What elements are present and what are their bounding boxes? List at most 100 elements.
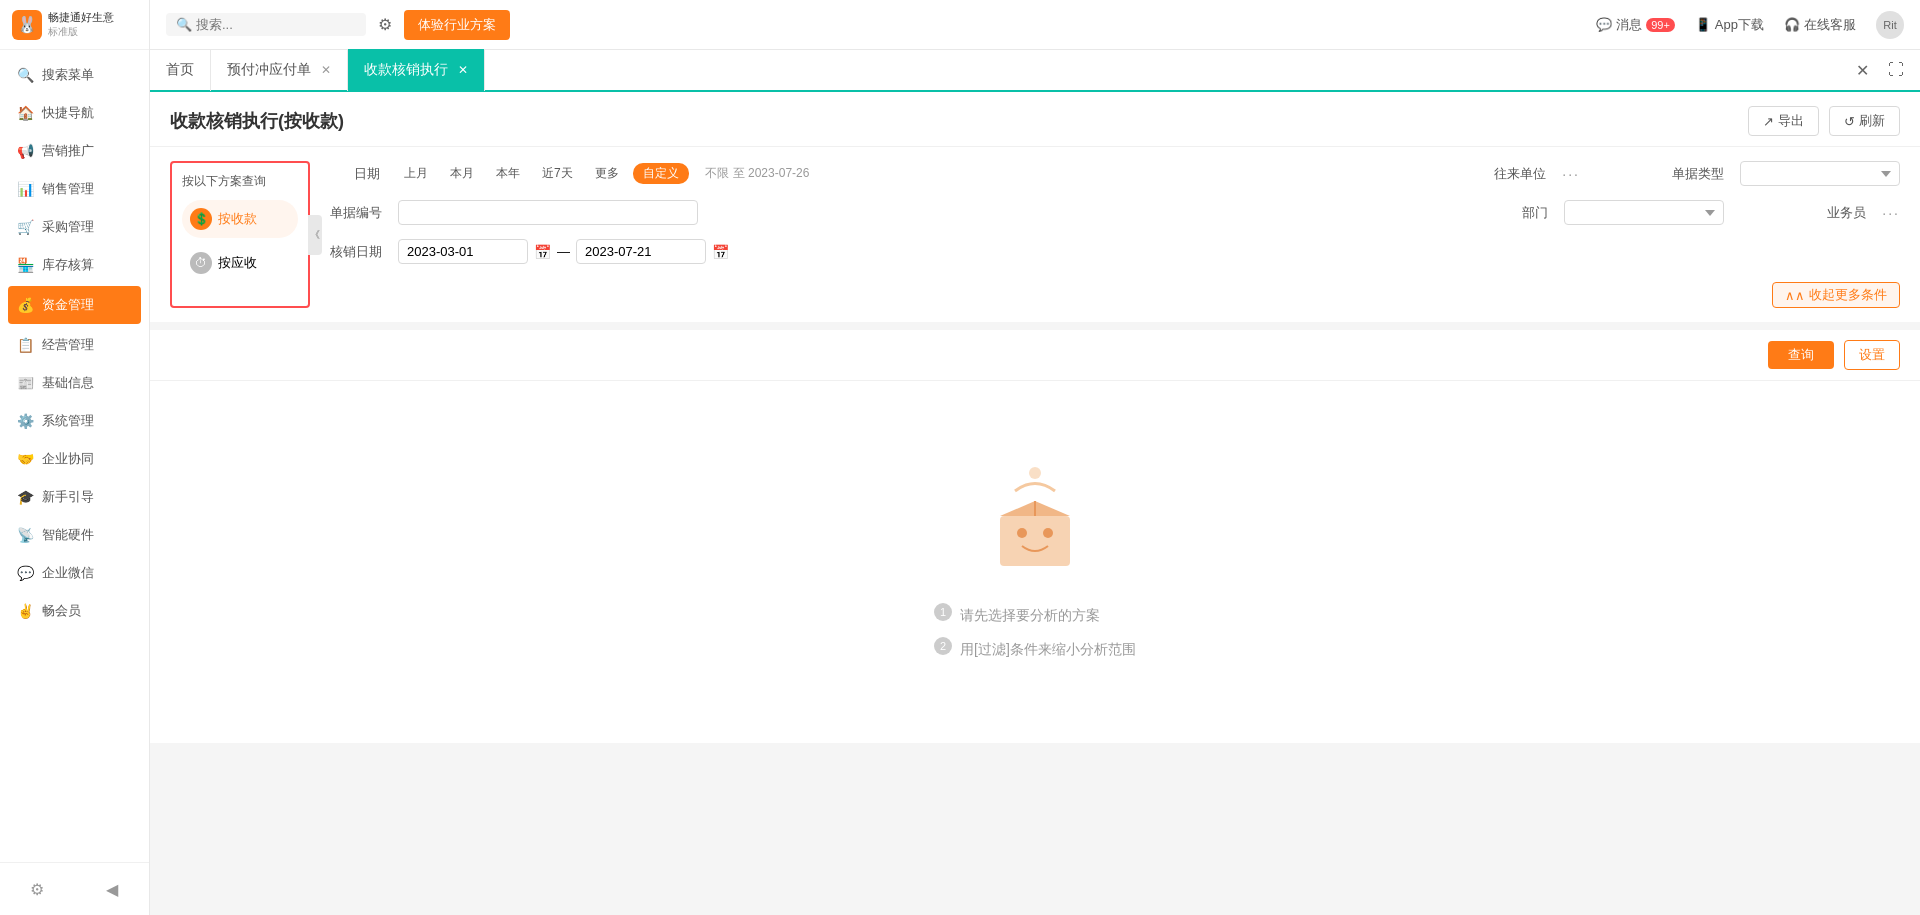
empty-svg (975, 461, 1095, 581)
logo-text-group: 畅捷通好生意 标准版 (48, 10, 114, 38)
page-title: 收款核销执行(按收款) (170, 109, 344, 133)
topbar: 🔍 ⚙ 体验行业方案 💬 消息 99+ 📱 App下载 🎧 在线客服 Rit (150, 0, 1920, 50)
topbar-search-input[interactable] (196, 17, 336, 32)
date-prev-month-btn[interactable]: 上月 (396, 162, 436, 185)
tip-num-2: 2 (934, 637, 952, 655)
sidebar-label-inventory: 库存核算 (42, 256, 94, 274)
sidebar-item-member[interactable]: ✌️ 畅会员 (0, 592, 149, 630)
department-select[interactable] (1564, 200, 1724, 225)
query-by-collection[interactable]: 💲 按收款 (182, 200, 298, 238)
sidebar-label-search: 搜索菜单 (42, 66, 94, 84)
counterparty-ellipsis[interactable]: ··· (1562, 166, 1580, 182)
sidebar: 🐰 畅捷通好生意 标准版 🔍 搜索菜单 🏠 快捷导航 📢 营销推广 📊 销售管理… (0, 0, 150, 915)
tab-collection-close[interactable]: ✕ (458, 63, 468, 77)
tip-text-1: 请先选择要分析的方案 (960, 601, 1100, 629)
query-by-receivable[interactable]: ⏱ 按应收 (182, 244, 298, 282)
settings-btn[interactable]: 设置 (1844, 340, 1900, 370)
tab-prepay[interactable]: 预付冲应付单 ✕ (211, 49, 348, 91)
sidebar-item-system[interactable]: ⚙️ 系统管理 (0, 402, 149, 440)
calendar-start-icon[interactable]: 📅 (534, 244, 551, 260)
date-quick-options: 上月 本月 本年 近7天 更多 自定义 (396, 162, 689, 185)
sidebar-label-guide: 新手引导 (42, 488, 94, 506)
date-this-year-btn[interactable]: 本年 (488, 162, 528, 185)
left-panel-collapse-btn[interactable]: 《 (308, 215, 322, 255)
expand-tab-btn[interactable]: ⛶ (1880, 54, 1912, 86)
sidebar-item-wechat[interactable]: 💬 企业微信 (0, 554, 149, 592)
empty-tips-list: 1 请先选择要分析的方案 2 用[过滤]条件来缩小分析范围 (934, 601, 1136, 663)
settings-bottom-icon[interactable]: ⚙ (21, 873, 53, 905)
date-more-btn[interactable]: 更多 (587, 162, 627, 185)
topbar-search-area[interactable]: 🔍 (166, 13, 366, 36)
purchase-icon: 🛒 (16, 218, 34, 236)
sidebar-item-inventory[interactable]: 🏪 库存核算 (0, 246, 149, 284)
verify-date-end-input[interactable] (576, 239, 706, 264)
message-label: 消息 (1616, 16, 1642, 34)
query-receivable-label: 按应收 (218, 254, 257, 272)
sidebar-item-basic-info[interactable]: 📰 基础信息 (0, 364, 149, 402)
right-filter: 日期 上月 本月 本年 近7天 更多 自定义 不限 至 2023-07-26 (330, 161, 1900, 308)
collapse-more-btn[interactable]: ∧∧ 收起更多条件 (1772, 282, 1900, 308)
refresh-icon: ↺ (1844, 114, 1855, 129)
doc-type-select[interactable] (1740, 161, 1900, 186)
svg-rect-0 (1000, 516, 1070, 566)
user-avatar[interactable]: Rit (1876, 11, 1904, 39)
topbar-search-icon: 🔍 (176, 17, 192, 32)
tab-collection-label: 收款核销执行 (364, 61, 448, 79)
svg-point-2 (1043, 528, 1053, 538)
export-icon: ↗ (1763, 114, 1774, 129)
sidebar-label-smart-hardware: 智能硬件 (42, 526, 94, 544)
refresh-btn[interactable]: ↺ 刷新 (1829, 106, 1900, 136)
verify-date-label: 核销日期 (330, 243, 382, 261)
sidebar-item-enterprise[interactable]: 🤝 企业协同 (0, 440, 149, 478)
refresh-label: 刷新 (1859, 112, 1885, 130)
doc-number-label: 单据编号 (330, 204, 382, 222)
industry-btn[interactable]: 体验行业方案 (404, 10, 510, 40)
sidebar-label-basic-info: 基础信息 (42, 374, 94, 392)
export-label: 导出 (1778, 112, 1804, 130)
settings-icon[interactable]: ⚙ (378, 15, 392, 34)
marketing-icon: 📢 (16, 142, 34, 160)
sidebar-menu: 🔍 搜索菜单 🏠 快捷导航 📢 营销推广 📊 销售管理 🛒 采购管理 🏪 库存核… (0, 50, 149, 862)
tab-prepay-close[interactable]: ✕ (321, 63, 331, 77)
calendar-end-icon[interactable]: 📅 (712, 244, 729, 260)
tab-collection[interactable]: 收款核销执行 ✕ (348, 49, 485, 91)
left-query-panel: 按以下方案查询 💲 按收款 ⏱ 按应收 《 (170, 161, 310, 308)
verify-date-start-input[interactable] (398, 239, 528, 264)
app-download-icon: 📱 (1695, 17, 1711, 32)
page-actions: ↗ 导出 ↺ 刷新 (1748, 106, 1900, 136)
message-item[interactable]: 💬 消息 99+ (1596, 16, 1675, 34)
query-btn[interactable]: 查询 (1768, 341, 1834, 369)
online-service-item[interactable]: 🎧 在线客服 (1784, 16, 1856, 34)
sidebar-item-marketing[interactable]: 📢 营销推广 (0, 132, 149, 170)
doc-number-input[interactable] (398, 200, 698, 225)
close-tab-btn[interactable]: ✕ (1846, 54, 1878, 86)
logo-name: 畅捷通好生意 (48, 10, 114, 24)
message-badge: 99+ (1646, 18, 1675, 32)
sidebar-label-wechat: 企业微信 (42, 564, 94, 582)
collapse-more-area: ∧∧ 收起更多条件 (330, 278, 1900, 308)
staff-ellipsis[interactable]: ··· (1882, 205, 1900, 221)
export-btn[interactable]: ↗ 导出 (1748, 106, 1819, 136)
sidebar-item-quicknav[interactable]: 🏠 快捷导航 (0, 94, 149, 132)
date-separator: — (557, 244, 570, 259)
sidebar-item-search[interactable]: 🔍 搜索菜单 (0, 56, 149, 94)
date-7days-btn[interactable]: 近7天 (534, 162, 581, 185)
sidebar-item-purchase[interactable]: 🛒 采购管理 (0, 208, 149, 246)
guide-icon: 🎓 (16, 488, 34, 506)
tab-home[interactable]: 首页 (150, 49, 211, 91)
app-download-item[interactable]: 📱 App下载 (1695, 16, 1764, 34)
sidebar-item-guide[interactable]: 🎓 新手引导 (0, 478, 149, 516)
tabbar: 首页 预付冲应付单 ✕ 收款核销执行 ✕ ✕ ⛶ (150, 50, 1920, 92)
sales-icon: 📊 (16, 180, 34, 198)
sidebar-item-sales[interactable]: 📊 销售管理 (0, 170, 149, 208)
sidebar-item-operations[interactable]: 📋 经营管理 (0, 326, 149, 364)
logo-icon: 🐰 (12, 10, 42, 40)
date-this-month-btn[interactable]: 本月 (442, 162, 482, 185)
sidebar-item-funds[interactable]: 💰 资金管理 (8, 286, 141, 324)
collapse-sidebar-icon[interactable]: ◀ (96, 873, 128, 905)
date-custom-btn[interactable]: 自定义 (633, 163, 689, 184)
no-limit-text: 不限 (705, 165, 729, 182)
sidebar-label-marketing: 营销推广 (42, 142, 94, 160)
page-content: 收款核销执行(按收款) ↗ 导出 ↺ 刷新 按以下方案查询 💲 按收款 (150, 92, 1920, 915)
sidebar-item-smart-hardware[interactable]: 📡 智能硬件 (0, 516, 149, 554)
